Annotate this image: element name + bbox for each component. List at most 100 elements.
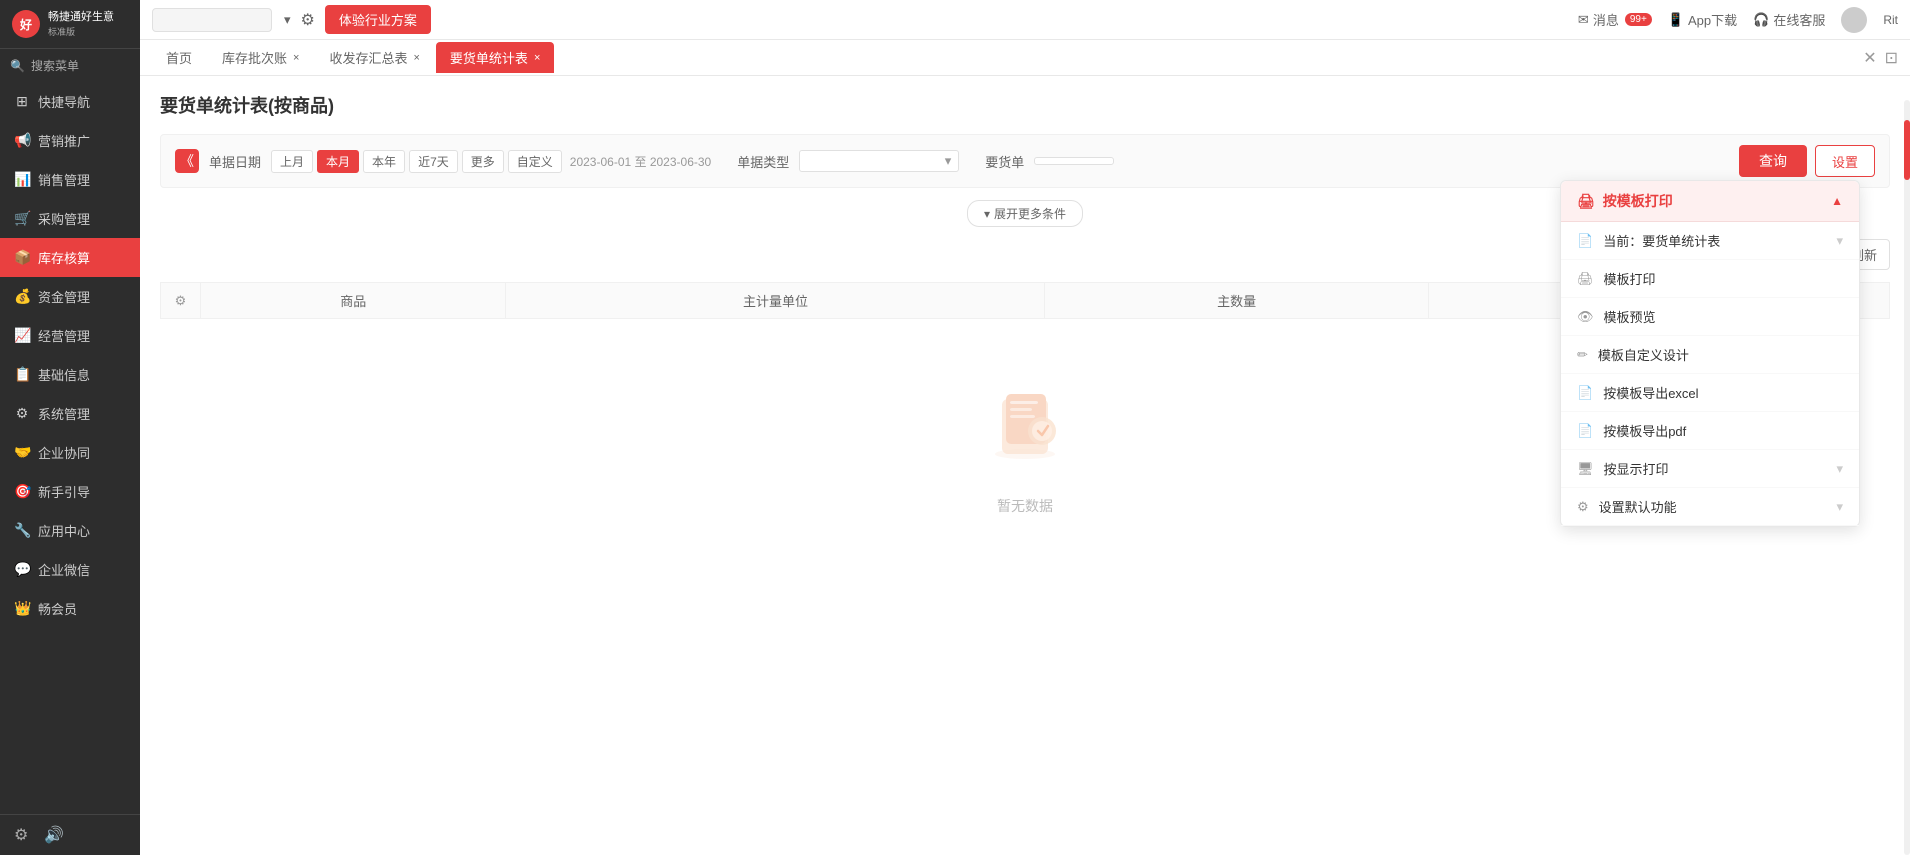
speaker-bottom-icon[interactable]: 🔊 [44,825,64,845]
dropdown-item-export-excel[interactable]: 📄 按模板导出excel [1561,374,1859,412]
tab-expand-icon[interactable]: ⊡ [1885,48,1898,68]
template-print-label: 模板打印 [1604,269,1656,288]
sidebar-item-label: 应用中心 [38,521,90,540]
sidebar-item-label: 营销推广 [38,131,90,150]
sidebar-item-label: 系统管理 [38,404,90,423]
logo-text-container: 畅捷通好生意 标准版 [48,10,114,37]
tab-collection-label: 收发存汇总表 [329,48,407,67]
tabs-bar: 首页 库存批次账 × 收发存汇总表 × 要货单统计表 × ✕ ⊡ [140,40,1910,76]
topbar-right: ✉ 消息 99+ 📱 App下载 🎧 在线客服 Rit [1578,7,1898,33]
sidebar-item-system[interactable]: ⚙ 系统管理 [0,394,140,433]
empty-svg-icon [980,379,1070,469]
sidebar-item-inventory[interactable]: 📦 库存核算 [0,238,140,277]
sidebar-item-operations[interactable]: 📈 经营管理 [0,316,140,355]
sidebar-item-label: 新手引导 [38,482,90,501]
topbar-dropdown-arrow[interactable]: ▾ [284,12,291,28]
sidebar-item-newbie[interactable]: 🎯 新手引导 [0,472,140,511]
user-avatar[interactable] [1841,7,1867,33]
sidebar-item-purchase[interactable]: 🛒 采购管理 [0,199,140,238]
tab-order-stats-close[interactable]: × [534,52,540,64]
tab-home-label: 首页 [166,48,192,67]
export-excel-icon: 📄 [1577,385,1593,401]
user-name: Rit [1883,13,1898,27]
query-button[interactable]: 查询 [1739,145,1807,177]
marketing-icon: 📢 [14,132,30,149]
dropdown-header-label: 按模板打印 [1603,191,1673,211]
headset-icon: 🎧 [1753,12,1769,28]
messages-item[interactable]: ✉ 消息 99+ [1578,10,1652,29]
sidebar-item-label: 库存核算 [38,248,90,267]
sidebar-item-label: 采购管理 [38,209,90,228]
sidebar-item-basic[interactable]: 📋 基础信息 [0,355,140,394]
inventory-icon: 📦 [14,249,30,266]
sidebar-item-label: 销售管理 [38,170,90,189]
table-header-product: 商品 [201,283,506,319]
dropdown-display-print[interactable]: 🖥 按显示打印 ▾ [1561,450,1859,488]
tab-close-window-icon[interactable]: ✕ [1863,48,1876,68]
sidebar-item-wechat[interactable]: 💬 企业微信 [0,550,140,589]
sidebar-item-finance[interactable]: 💰 资金管理 [0,277,140,316]
sidebar-item-marketing[interactable]: 📢 营销推广 [0,121,140,160]
dropdown-collapse-icon[interactable]: ▲ [1831,194,1843,208]
date-btn-this-year[interactable]: 本年 [363,150,405,173]
date-btn-more[interactable]: 更多 [462,150,504,173]
message-badge: 99+ [1625,13,1652,26]
more-filter-value [1034,157,1114,165]
tab-batch-close[interactable]: × [293,52,299,64]
shortcut-icon: ⊞ [14,93,30,110]
table-header-settings[interactable]: ⚙ [161,283,201,319]
sidebar-item-sales[interactable]: 📊 销售管理 [0,160,140,199]
tab-home[interactable]: 首页 [152,42,206,73]
sidebar-search[interactable]: 🔍 搜索菜单 [0,49,140,82]
main-area: ▾ ⚙ 体验行业方案 ✉ 消息 99+ 📱 App下载 🎧 在线客服 Rit 首… [140,0,1910,855]
dropdown-item-template-design[interactable]: ✏ 模板自定义设计 [1561,336,1859,374]
sidebar-item-enterprise[interactable]: 🤝 企业协同 [0,433,140,472]
filter-expand-button[interactable]: 《 [175,149,199,173]
dropdown-item-template-preview[interactable]: 👁 模板预览 [1561,298,1859,336]
topbar-search-input[interactable] [152,8,272,32]
tab-order-stats[interactable]: 要货单统计表 × [436,42,554,73]
display-print-arrow-icon: ▾ [1836,461,1843,477]
tab-order-stats-label: 要货单统计表 [450,48,528,67]
tab-batch[interactable]: 库存批次账 × [208,42,313,73]
dropdown-set-default[interactable]: ⚙ 设置默认功能 ▾ [1561,488,1859,526]
date-btn-7days[interactable]: 近7天 [409,150,458,173]
online-service-item[interactable]: 🎧 在线客服 [1753,10,1825,29]
dropdown-item-export-pdf[interactable]: 📄 按模板导出pdf [1561,412,1859,450]
tab-collection-close[interactable]: × [413,52,419,64]
app-download-item[interactable]: 📱 App下载 [1668,10,1737,29]
table-gear-icon[interactable]: ⚙ [175,293,187,308]
date-btn-last-month[interactable]: 上月 [271,150,313,173]
table-header-unit: 主计量单位 [506,283,1045,319]
dropdown-current-item[interactable]: 📄 当前：要货单统计表 ▾ [1561,222,1859,260]
print-dropdown-panel: 🖨 按模板打印 ▲ 📄 当前：要货单统计表 ▾ 🖨 模板打印 👁 [1560,180,1860,527]
date-btn-this-month[interactable]: 本月 [317,150,359,173]
settings-button[interactable]: 设置 [1815,145,1875,177]
settings-bottom-icon[interactable]: ⚙ [14,825,28,845]
right-scrollbar[interactable] [1904,100,1910,855]
dropdown-header-right: ▲ [1831,194,1843,208]
sidebar-item-apps[interactable]: 🔧 应用中心 [0,511,140,550]
filter-action-buttons: 查询 设置 [1739,145,1875,177]
online-service-label: 在线客服 [1773,10,1825,29]
sidebar-item-member[interactable]: 👑 畅会员 [0,589,140,628]
search-label: 搜索菜单 [31,57,79,74]
tab-collection[interactable]: 收发存汇总表 × [315,42,433,73]
trial-button[interactable]: 体验行业方案 [325,5,431,34]
current-item-arrow-icon: ▾ [1836,233,1843,249]
display-print-label: 按显示打印 [1604,459,1669,478]
more-filter-label: 要货单 [985,152,1024,171]
dropdown-item-template-print[interactable]: 🖨 模板打印 [1561,260,1859,298]
export-excel-label: 按模板导出excel [1603,383,1698,402]
expand-more-button[interactable]: ▾ 展开更多条件 [967,200,1083,227]
type-select[interactable] [799,150,959,172]
topbar-gear-icon[interactable]: ⚙ [301,10,315,30]
dropdown-header: 🖨 按模板打印 ▲ [1561,181,1859,222]
dropdown-current-label: 当前：要货单统计表 [1603,231,1720,250]
sidebar-item-shortcut[interactable]: ⊞ 快捷导航 [0,82,140,121]
chevron-down-icon: ▾ [984,207,990,221]
date-btn-custom[interactable]: 自定义 [508,150,562,173]
current-item-icon: 📄 [1577,233,1593,249]
export-pdf-icon: 📄 [1577,423,1593,439]
enterprise-icon: 🤝 [14,444,30,461]
